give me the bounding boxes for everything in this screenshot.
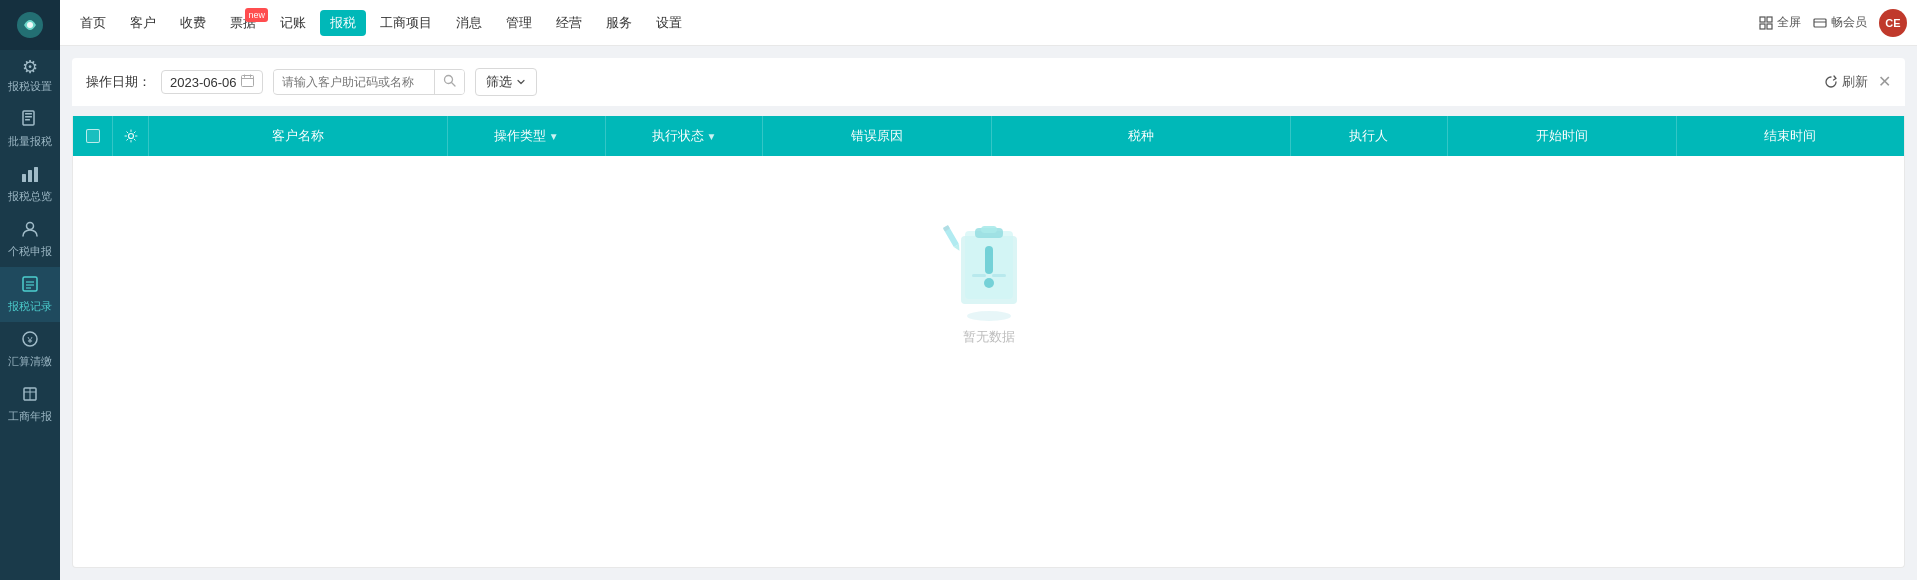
nav-item-home[interactable]: 首页 xyxy=(70,10,116,36)
tax-overview-icon xyxy=(21,165,39,186)
svg-line-30 xyxy=(451,83,455,87)
tax-records-icon xyxy=(21,275,39,296)
svg-rect-5 xyxy=(25,119,30,121)
sidebar-item-tax-settings[interactable]: ⚙ 报税设置 xyxy=(0,50,60,102)
svg-rect-7 xyxy=(28,170,32,182)
svg-point-1 xyxy=(27,22,33,28)
th-error: 错误原因 xyxy=(763,116,991,156)
th-setting xyxy=(113,116,149,156)
toolbar: 操作日期： 2023-06-06 xyxy=(72,58,1905,106)
th-tax: 税种 xyxy=(992,116,1291,156)
nav-item-settings[interactable]: 设置 xyxy=(646,10,692,36)
th-client: 客户名称 xyxy=(149,116,448,156)
nav-item-accounting[interactable]: 记账 xyxy=(270,10,316,36)
svg-point-40 xyxy=(984,278,994,288)
main-area: 首页 客户 收费 票据 new 记账 报税 工商项目 消息 管理 经营 服务 设… xyxy=(60,0,1917,580)
svg-rect-38 xyxy=(981,226,997,233)
nav-item-invoice[interactable]: 票据 new xyxy=(220,10,266,36)
status-sort-icon: ▼ xyxy=(707,131,717,142)
page-body: 操作日期： 2023-06-06 xyxy=(60,46,1917,580)
date-label: 操作日期： xyxy=(86,73,151,91)
new-badge: new xyxy=(245,8,268,22)
sidebar: ⚙ 报税设置 批量报税 报税总览 xyxy=(0,0,60,580)
svg-rect-41 xyxy=(972,274,986,277)
top-navigation: 首页 客户 收费 票据 new 记账 报税 工商项目 消息 管理 经营 服务 设… xyxy=(60,0,1917,46)
svg-rect-21 xyxy=(1760,24,1765,29)
svg-rect-39 xyxy=(985,246,993,274)
member-label: 畅会员 xyxy=(1831,14,1867,31)
nav-items: 首页 客户 收费 票据 new 记账 报税 工商项目 消息 管理 经营 服务 设… xyxy=(70,10,1759,36)
sidebar-item-tax-overview[interactable]: 报税总览 xyxy=(0,157,60,212)
th-optype[interactable]: 操作类型 ▼ xyxy=(448,116,606,156)
sidebar-item-personal-tax[interactable]: 个税申报 xyxy=(0,212,60,267)
settlement-icon: ¥ xyxy=(21,330,39,351)
svg-rect-19 xyxy=(1760,17,1765,22)
filter-button[interactable]: 筛选 xyxy=(475,68,537,96)
refresh-label: 刷新 xyxy=(1842,73,1868,91)
table-container: 客户名称 操作类型 ▼ 执行状态 ▼ 错误原因 税种 xyxy=(72,116,1905,568)
nav-item-management[interactable]: 管理 xyxy=(496,10,542,36)
sidebar-item-tax-records[interactable]: 报税记录 xyxy=(0,267,60,322)
fullscreen-button[interactable]: 全屏 xyxy=(1759,14,1801,31)
svg-rect-3 xyxy=(25,113,32,115)
svg-rect-4 xyxy=(25,116,32,118)
th-executor: 执行人 xyxy=(1291,116,1449,156)
th-starttime: 开始时间 xyxy=(1448,116,1676,156)
nav-item-tax[interactable]: 报税 xyxy=(320,10,366,36)
th-checkbox xyxy=(73,116,113,156)
content-area: 操作日期： 2023-06-06 xyxy=(60,46,1917,580)
svg-rect-10 xyxy=(23,277,37,291)
nav-item-messages[interactable]: 消息 xyxy=(446,10,492,36)
nav-item-finance[interactable]: 经营 xyxy=(546,10,592,36)
avatar[interactable]: CE xyxy=(1879,9,1907,37)
batch-tax-icon xyxy=(21,110,39,131)
table-header: 客户名称 操作类型 ▼ 执行状态 ▼ 错误原因 税种 xyxy=(73,116,1904,156)
svg-rect-23 xyxy=(1814,19,1826,27)
svg-point-9 xyxy=(27,223,34,230)
optype-sort-icon: ▼ xyxy=(549,131,559,142)
svg-point-43 xyxy=(967,311,1011,321)
nav-item-clients[interactable]: 客户 xyxy=(120,10,166,36)
svg-point-31 xyxy=(128,134,133,139)
nav-item-services[interactable]: 服务 xyxy=(596,10,642,36)
nav-item-billing[interactable]: 收费 xyxy=(170,10,216,36)
search-input[interactable] xyxy=(274,71,434,93)
sidebar-item-annual-report[interactable]: 工商年报 xyxy=(0,377,60,432)
th-endtime: 结束时间 xyxy=(1677,116,1904,156)
svg-rect-8 xyxy=(34,167,38,182)
empty-icon xyxy=(939,216,1039,316)
search-box xyxy=(273,69,465,95)
member-button[interactable]: 畅会员 xyxy=(1813,14,1867,31)
svg-rect-25 xyxy=(241,76,253,87)
empty-state: 暂无数据 xyxy=(73,156,1904,406)
fullscreen-label: 全屏 xyxy=(1777,14,1801,31)
date-value: 2023-06-06 xyxy=(170,75,237,90)
empty-text: 暂无数据 xyxy=(963,328,1015,346)
close-button[interactable]: ✕ xyxy=(1878,74,1891,90)
filter-label: 筛选 xyxy=(486,73,512,91)
tax-settings-icon: ⚙ xyxy=(22,58,38,76)
sidebar-logo xyxy=(0,0,60,50)
date-picker[interactable]: 2023-06-06 xyxy=(161,70,263,94)
sidebar-item-settlement[interactable]: ¥ 汇算清缴 xyxy=(0,322,60,377)
refresh-button[interactable]: 刷新 xyxy=(1824,73,1868,91)
sidebar-item-batch-tax[interactable]: 批量报税 xyxy=(0,102,60,157)
personal-tax-icon xyxy=(21,220,39,241)
topnav-right: 全屏 畅会员 CE xyxy=(1759,9,1907,37)
annual-report-icon xyxy=(21,385,39,406)
svg-rect-20 xyxy=(1767,17,1772,22)
th-status[interactable]: 执行状态 ▼ xyxy=(606,116,764,156)
svg-rect-6 xyxy=(22,174,26,182)
select-all-checkbox[interactable] xyxy=(86,129,100,143)
svg-text:¥: ¥ xyxy=(26,335,33,345)
filter-chevron-icon xyxy=(516,75,526,90)
calendar-icon xyxy=(241,74,254,90)
svg-rect-22 xyxy=(1767,24,1772,29)
svg-rect-42 xyxy=(992,274,1006,277)
search-button[interactable] xyxy=(434,70,464,94)
nav-item-business[interactable]: 工商项目 xyxy=(370,10,442,36)
